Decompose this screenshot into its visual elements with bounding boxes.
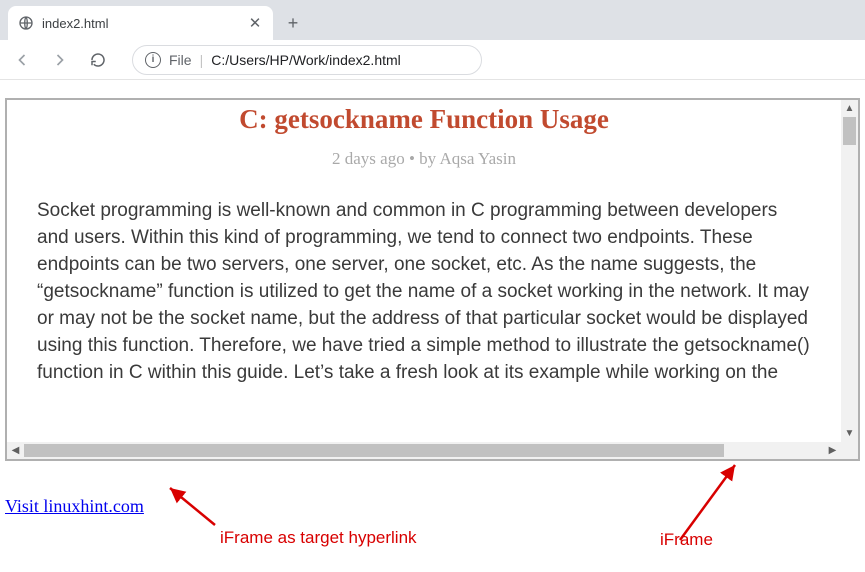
- scroll-corner: [841, 442, 858, 459]
- reload-button[interactable]: [84, 46, 112, 74]
- scroll-up-icon[interactable]: ▲: [841, 100, 858, 117]
- browser-tab[interactable]: index2.html ✕: [8, 6, 273, 40]
- url-path: C:/Users/HP/Work/index2.html: [211, 52, 401, 68]
- annotation-link: iFrame as target hyperlink: [220, 528, 417, 548]
- scroll-left-icon[interactable]: ◀: [7, 442, 24, 459]
- annotation-iframe: iFrame: [660, 530, 713, 550]
- iframe[interactable]: C: getsockname Function Usage 2 days ago…: [5, 98, 860, 461]
- h-scroll-thumb[interactable]: [24, 444, 724, 457]
- page-content: C: getsockname Function Usage 2 days ago…: [0, 80, 865, 517]
- scroll-right-icon[interactable]: ▶: [824, 442, 841, 459]
- article-meta: 2 days ago • by Aqsa Yasin: [37, 149, 811, 169]
- article-title: C: getsockname Function Usage: [37, 104, 811, 135]
- visit-link[interactable]: Visit linuxhint.com: [5, 496, 144, 517]
- vertical-scrollbar[interactable]: ▲ ▼: [841, 100, 858, 442]
- info-icon: i: [145, 52, 161, 68]
- url-divider: |: [200, 52, 204, 68]
- article-body: Socket programming is well-known and com…: [37, 197, 811, 386]
- v-scroll-thumb[interactable]: [843, 117, 856, 145]
- scroll-down-icon[interactable]: ▼: [841, 425, 858, 442]
- close-icon[interactable]: ✕: [247, 15, 263, 31]
- url-scheme: File: [169, 52, 192, 68]
- tab-bar: index2.html ✕ +: [0, 0, 865, 40]
- forward-button[interactable]: [46, 46, 74, 74]
- new-tab-button[interactable]: +: [279, 9, 307, 37]
- tab-title: index2.html: [42, 16, 239, 31]
- v-scroll-track[interactable]: [841, 117, 858, 425]
- globe-icon: [18, 15, 34, 31]
- iframe-viewport: C: getsockname Function Usage 2 days ago…: [7, 100, 841, 442]
- back-button[interactable]: [8, 46, 36, 74]
- address-bar[interactable]: i File | C:/Users/HP/Work/index2.html: [132, 45, 482, 75]
- toolbar: i File | C:/Users/HP/Work/index2.html: [0, 40, 865, 80]
- arrow-icon: [160, 480, 230, 530]
